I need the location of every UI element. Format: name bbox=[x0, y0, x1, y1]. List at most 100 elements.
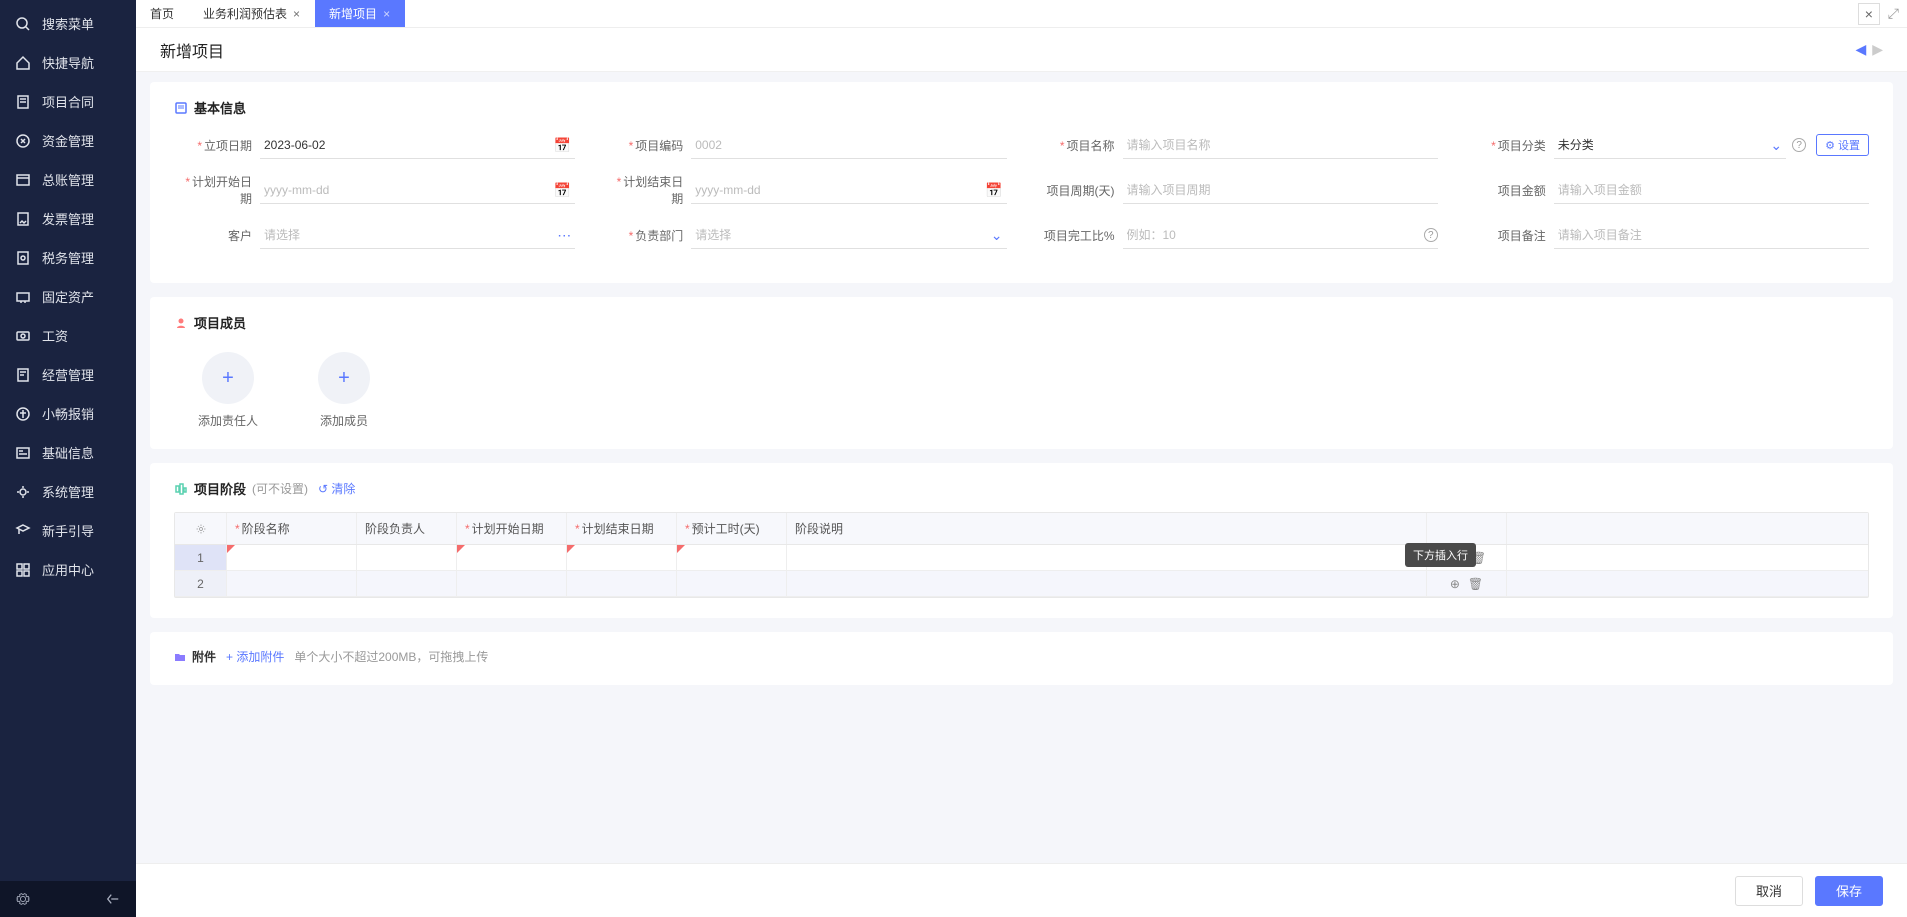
sidebar-item-asset[interactable]: 固定资产 bbox=[0, 277, 136, 316]
tab-profit[interactable]: 业务利润预估表 × bbox=[189, 0, 315, 27]
field-start-date: *立项日期 📅 bbox=[174, 131, 575, 159]
salary-icon bbox=[14, 327, 32, 345]
sidebar-item-nav[interactable]: 快捷导航 bbox=[0, 43, 136, 82]
expand-icon[interactable]: ⤢ bbox=[1888, 5, 1899, 22]
project-category-select[interactable] bbox=[1554, 131, 1786, 159]
next-arrow-icon: ▶ bbox=[1872, 41, 1883, 58]
customer-select[interactable] bbox=[260, 221, 575, 249]
sidebar-item-ledger[interactable]: 总账管理 bbox=[0, 160, 136, 199]
stage-hours-cell[interactable] bbox=[677, 571, 787, 596]
attachments-card: 附件 + 添加附件 单个大小不超过200MB，可拖拽上传 bbox=[150, 632, 1893, 685]
stage-start-cell[interactable] bbox=[457, 545, 567, 570]
tab-new-project[interactable]: 新增项目 × bbox=[315, 0, 405, 27]
members-icon bbox=[174, 316, 188, 330]
add-owner-button[interactable]: + 添加责任人 bbox=[198, 352, 258, 429]
amount-input[interactable] bbox=[1554, 176, 1869, 204]
sidebar: 搜索菜单 快捷导航 项目合同 资金管理 总账管理 发票管理 bbox=[0, 0, 136, 917]
info-icon bbox=[14, 444, 32, 462]
add-attachment-link[interactable]: + 添加附件 bbox=[226, 648, 284, 665]
stage-end-cell[interactable] bbox=[567, 571, 677, 596]
biz-icon bbox=[14, 366, 32, 384]
sidebar-item-label: 固定资产 bbox=[42, 287, 94, 306]
guide-icon bbox=[14, 522, 32, 540]
save-button[interactable]: 保存 bbox=[1815, 876, 1883, 906]
sidebar-item-search[interactable]: 搜索菜单 bbox=[0, 4, 136, 43]
sidebar-item-label: 税务管理 bbox=[42, 248, 94, 267]
section-title: 基本信息 bbox=[194, 98, 246, 117]
field-amount: 项目金额 bbox=[1468, 173, 1869, 207]
row-index: 2 bbox=[175, 571, 227, 596]
table-row[interactable]: 1 ⊕ 🗑 下方插入行 bbox=[175, 545, 1868, 571]
plan-start-input[interactable] bbox=[260, 176, 575, 204]
help-icon[interactable]: ? bbox=[1792, 138, 1806, 152]
stage-end-cell[interactable] bbox=[567, 545, 677, 570]
sidebar-item-label: 发票管理 bbox=[42, 209, 94, 228]
cycle-input[interactable] bbox=[1123, 176, 1438, 204]
stages-icon bbox=[174, 482, 188, 496]
close-all-button[interactable]: × bbox=[1858, 3, 1880, 25]
sidebar-item-apps[interactable]: 应用中心 bbox=[0, 550, 136, 589]
remark-input[interactable] bbox=[1554, 221, 1869, 249]
ledger-icon bbox=[14, 171, 32, 189]
collapse-icon[interactable] bbox=[106, 892, 120, 906]
sidebar-item-business[interactable]: 经营管理 bbox=[0, 355, 136, 394]
stage-hours-cell[interactable] bbox=[677, 545, 787, 570]
basic-info-card: 基本信息 *立项日期 📅 *项目编码 *项目名称 bbox=[150, 82, 1893, 283]
section-title: 附件 bbox=[192, 648, 216, 665]
sidebar-item-tax[interactable]: 税务管理 bbox=[0, 238, 136, 277]
field-cycle: 项目周期(天) bbox=[1037, 173, 1438, 207]
field-project-category: *项目分类 ⌄ ? ⚙设置 bbox=[1468, 131, 1869, 159]
sidebar-item-baseinfo[interactable]: 基础信息 bbox=[0, 433, 136, 472]
folder-icon bbox=[174, 651, 186, 663]
gear-icon: ⚙ bbox=[1825, 139, 1835, 152]
section-title: 项目成员 bbox=[194, 313, 246, 332]
field-project-name: *项目名称 bbox=[1037, 131, 1438, 159]
stage-start-cell[interactable] bbox=[457, 571, 567, 596]
sidebar-item-salary[interactable]: 工资 bbox=[0, 316, 136, 355]
table-gear-button[interactable] bbox=[175, 513, 227, 544]
field-progress: 项目完工比% ? bbox=[1037, 221, 1438, 249]
add-row-icon[interactable]: ⊕ bbox=[1450, 577, 1460, 591]
plan-end-input[interactable] bbox=[691, 176, 1006, 204]
cancel-button[interactable]: 取消 bbox=[1735, 876, 1803, 906]
sidebar-item-label: 经营管理 bbox=[42, 365, 94, 384]
stage-name-cell[interactable] bbox=[227, 545, 357, 570]
plus-icon: + bbox=[202, 352, 254, 404]
money-icon bbox=[14, 132, 32, 150]
close-icon[interactable]: × bbox=[383, 7, 390, 21]
section-title: 项目阶段 bbox=[194, 479, 246, 498]
start-date-input[interactable] bbox=[260, 131, 575, 159]
dept-select[interactable] bbox=[691, 221, 1006, 249]
field-plan-end: *计划结束日期 📅 bbox=[605, 173, 1006, 207]
stages-card: 项目阶段 (可不设置) ↺ 清除 *阶段名称 阶段负责人 *计划开始日期 *计划… bbox=[150, 463, 1893, 618]
close-icon[interactable]: × bbox=[293, 7, 300, 21]
stage-owner-cell[interactable] bbox=[357, 545, 457, 570]
clear-button[interactable]: ↺ 清除 bbox=[318, 480, 355, 497]
sidebar-item-reimburse[interactable]: 小畅报销 bbox=[0, 394, 136, 433]
tab-home[interactable]: 首页 bbox=[136, 0, 189, 27]
sidebar-item-label: 快捷导航 bbox=[42, 53, 94, 72]
progress-input[interactable] bbox=[1123, 221, 1438, 249]
stage-owner-cell[interactable] bbox=[357, 571, 457, 596]
project-name-input[interactable] bbox=[1123, 131, 1438, 159]
prev-arrow-icon[interactable]: ◀ bbox=[1855, 41, 1866, 58]
search-icon bbox=[14, 15, 32, 33]
sidebar-item-guide[interactable]: 新手引导 bbox=[0, 511, 136, 550]
field-customer: 客户 ⋯ bbox=[174, 221, 575, 249]
table-row[interactable]: 2 ⊕ 🗑 bbox=[175, 571, 1868, 597]
section-aux: (可不设置) bbox=[252, 480, 308, 497]
stage-name-cell[interactable] bbox=[227, 571, 357, 596]
settings-button[interactable]: ⚙设置 bbox=[1816, 134, 1869, 156]
stage-desc-cell[interactable] bbox=[787, 545, 1427, 570]
tax-icon bbox=[14, 249, 32, 267]
sidebar-item-invoice[interactable]: 发票管理 bbox=[0, 199, 136, 238]
sidebar-item-system[interactable]: 系统管理 bbox=[0, 472, 136, 511]
stage-desc-cell[interactable] bbox=[787, 571, 1427, 596]
sidebar-item-funds[interactable]: 资金管理 bbox=[0, 121, 136, 160]
gear-icon[interactable] bbox=[16, 892, 30, 906]
add-member-button[interactable]: + 添加成员 bbox=[318, 352, 370, 429]
sidebar-item-contract[interactable]: 项目合同 bbox=[0, 82, 136, 121]
footer-bar: 取消 保存 bbox=[136, 863, 1907, 917]
project-code-input[interactable] bbox=[691, 131, 1006, 159]
delete-row-icon[interactable]: 🗑 bbox=[1468, 577, 1483, 591]
